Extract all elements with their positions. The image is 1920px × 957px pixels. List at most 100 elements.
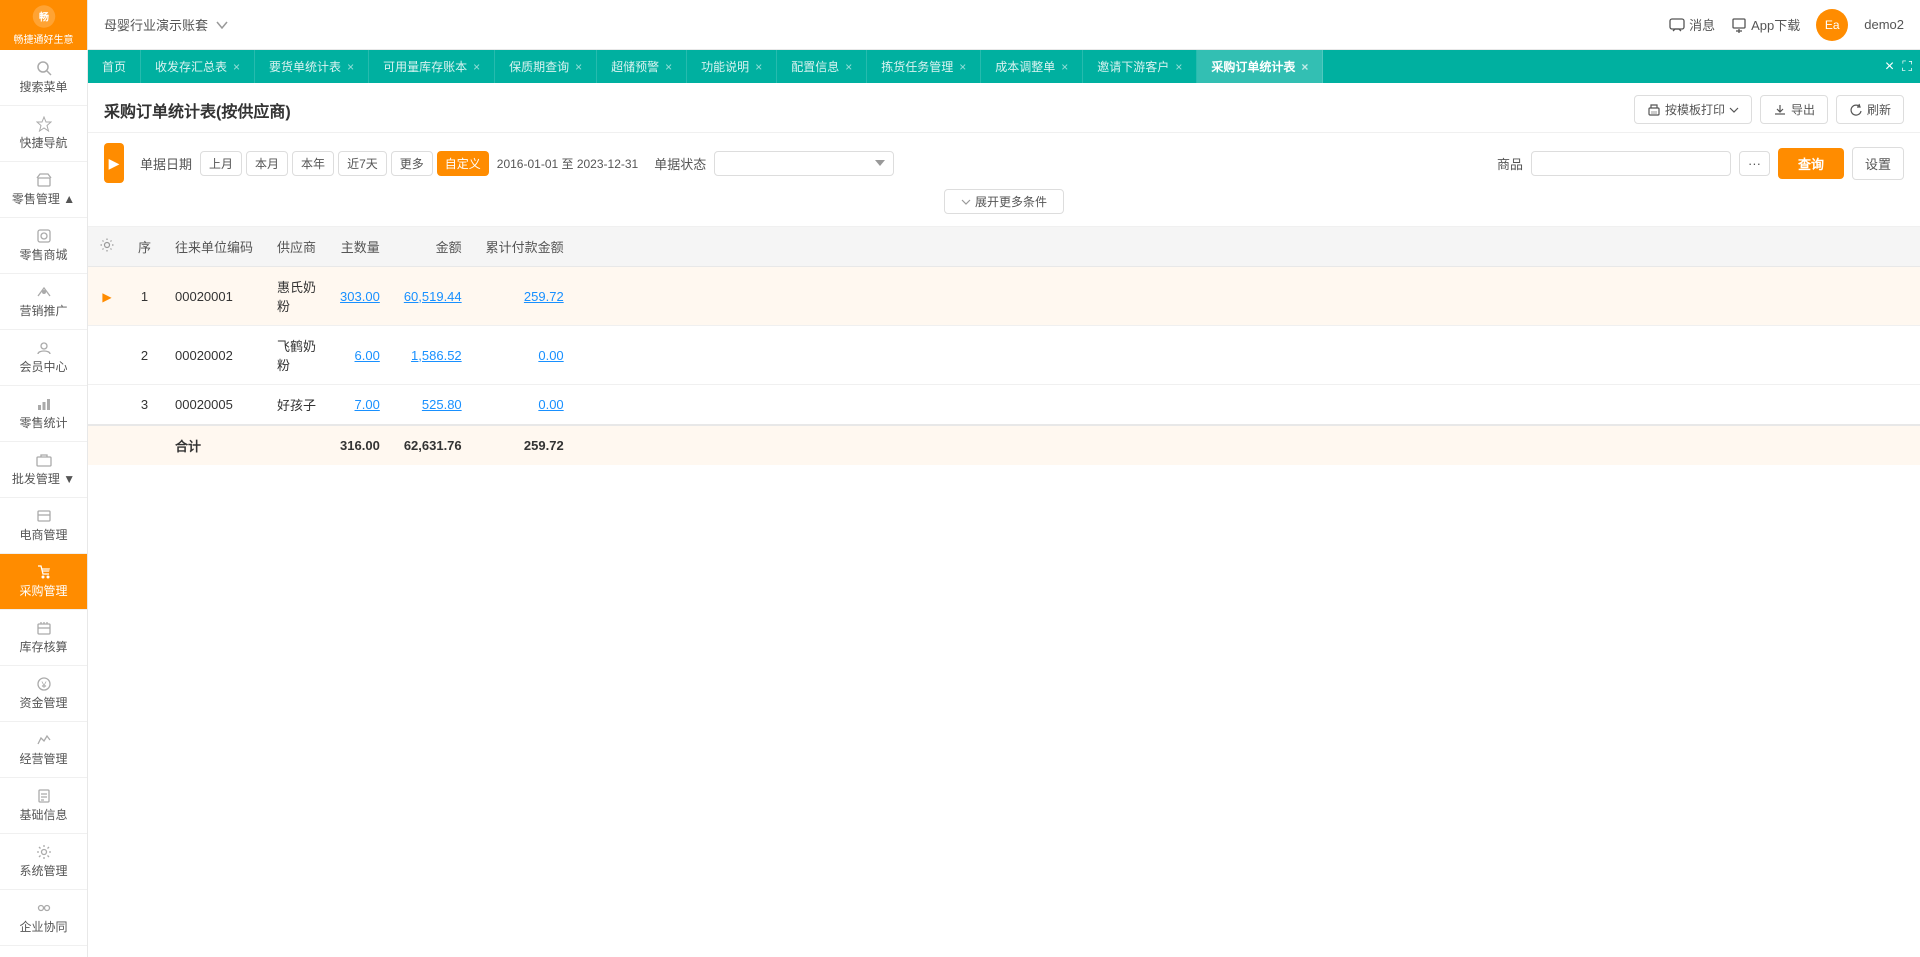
table-gear-icon[interactable]: [100, 238, 114, 252]
refresh-button[interactable]: 刷新: [1836, 95, 1904, 124]
page-content: 采购订单统计表(按供应商) 按模板打印 导出 刷新 ▶: [88, 83, 1920, 957]
tab-validity-query-label: 保质期查询: [509, 58, 569, 75]
tf-empty: [88, 425, 163, 465]
expand-more-button[interactable]: 展开更多条件: [944, 189, 1064, 214]
date-btn-this-month[interactable]: 本月: [246, 151, 288, 176]
sidebar-item-quick-nav[interactable]: 快捷导航: [0, 106, 87, 162]
sidebar-item-enterprise[interactable]: 企业协同: [0, 890, 87, 946]
page-title-bar: 采购订单统计表(按供应商) 按模板打印 导出 刷新: [88, 83, 1920, 133]
tab-goods-stats-close[interactable]: ×: [347, 60, 354, 74]
tab-invite-downstream[interactable]: 邀请下游客户 ×: [1083, 50, 1197, 83]
sidebar-item-purchase[interactable]: 采购管理: [0, 554, 87, 610]
tab-config-info-close[interactable]: ×: [845, 60, 852, 74]
sidebar-item-sys-admin[interactable]: 系统管理: [0, 834, 87, 890]
td-amount-3[interactable]: 525.80: [392, 385, 474, 426]
sidebar-item-wholesale[interactable]: 批发管理 ▼: [0, 442, 87, 498]
td-seq-3: 3: [126, 385, 163, 426]
tab-picking-tasks[interactable]: 拣货任务管理 ×: [867, 50, 981, 83]
tab-receive-summary-close[interactable]: ×: [233, 60, 240, 74]
settings-button[interactable]: 设置: [1852, 147, 1904, 180]
sidebar-item-new-guide[interactable]: ? 新手引导: [0, 946, 87, 957]
tab-receive-summary[interactable]: 收发存汇总表 ×: [141, 50, 255, 83]
td-expand-3[interactable]: [88, 385, 126, 426]
inventory-icon: [36, 620, 52, 636]
sidebar: 畅 畅捷通好生意 搜索菜单 快捷导航 零售管理 ▲ 零售商城 营销推广 会员中心…: [0, 0, 88, 957]
tab-purchase-stats-close[interactable]: ×: [1301, 60, 1308, 74]
tab-purchase-stats[interactable]: 采购订单统计表 ×: [1197, 50, 1323, 83]
filter-toggle-button[interactable]: ▶: [104, 143, 124, 183]
export-button[interactable]: 导出: [1760, 95, 1828, 124]
sidebar-item-ecommerce[interactable]: 电商管理: [0, 498, 87, 554]
date-range-display: 2016-01-01 至 2023-12-31: [497, 155, 638, 172]
app-download-btn[interactable]: App下载: [1731, 15, 1800, 34]
status-select[interactable]: [714, 151, 894, 176]
avatar[interactable]: Ea: [1816, 9, 1848, 41]
sidebar-item-inventory[interactable]: 库存核算: [0, 610, 87, 666]
th-supplier: 供应商: [265, 227, 328, 267]
tab-validity-query[interactable]: 保质期查询 ×: [495, 50, 597, 83]
tab-inventory-ledger-close[interactable]: ×: [473, 60, 480, 74]
tab-home-label: 首页: [102, 58, 126, 75]
tab-inventory-ledger[interactable]: 可用量库存账本 ×: [369, 50, 495, 83]
tab-function-desc[interactable]: 功能说明 ×: [687, 50, 777, 83]
sidebar-item-inventory-label: 库存核算: [19, 638, 67, 655]
td-quantity-2[interactable]: 6.00: [328, 326, 392, 385]
sidebar-item-retail-mall[interactable]: 零售商城: [0, 218, 87, 274]
mall-icon: [36, 228, 52, 244]
td-quantity-1[interactable]: 303.00: [328, 267, 392, 326]
tab-overstock-alert[interactable]: 超储预警 ×: [597, 50, 687, 83]
workspace-selector[interactable]: 母婴行业演示账套: [104, 15, 228, 34]
td-paid-amount-2[interactable]: 0.00: [474, 326, 576, 385]
row-expand-icon-1[interactable]: ▶: [102, 290, 111, 304]
tab-invite-downstream-close[interactable]: ×: [1175, 60, 1182, 74]
td-expand-2[interactable]: [88, 326, 126, 385]
date-btn-last-month[interactable]: 上月: [200, 151, 242, 176]
tab-home[interactable]: 首页: [88, 50, 141, 83]
app-download-label: App下载: [1751, 15, 1800, 34]
td-quantity-3[interactable]: 7.00: [328, 385, 392, 426]
td-paid-amount-1[interactable]: 259.72: [474, 267, 576, 326]
sidebar-item-members[interactable]: 会员中心: [0, 330, 87, 386]
td-expand-1[interactable]: ▶: [88, 267, 126, 326]
tab-picking-tasks-close[interactable]: ×: [959, 60, 966, 74]
date-custom-button[interactable]: 自定义: [437, 151, 489, 176]
td-paid-amount-3[interactable]: 0.00: [474, 385, 576, 426]
tab-overstock-alert-close[interactable]: ×: [665, 60, 672, 74]
goods-filter-label: 商品: [1497, 154, 1523, 173]
tab-goods-stats[interactable]: 要货单统计表 ×: [255, 50, 369, 83]
date-btn-7days[interactable]: 近7天: [338, 151, 387, 176]
td-amount-1[interactable]: 60,519.44: [392, 267, 474, 326]
tab-cost-adjust-close[interactable]: ×: [1061, 60, 1068, 74]
sidebar-item-marketing[interactable]: 营销推广: [0, 274, 87, 330]
more-filter-button[interactable]: ···: [1739, 151, 1770, 176]
tab-maximize-icon[interactable]: ⛶: [1902, 58, 1912, 75]
ecommerce-icon: [36, 508, 52, 524]
tab-cost-adjust[interactable]: 成本调整单 ×: [981, 50, 1083, 83]
date-btn-more[interactable]: 更多: [391, 151, 433, 176]
th-extra: [576, 227, 1920, 267]
query-button[interactable]: 查询: [1778, 148, 1844, 179]
sidebar-item-retail-stats[interactable]: 零售统计: [0, 386, 87, 442]
tab-config-info[interactable]: 配置信息 ×: [777, 50, 867, 83]
sidebar-item-retail[interactable]: 零售管理 ▲: [0, 162, 87, 218]
sidebar-item-base-info[interactable]: 基础信息: [0, 778, 87, 834]
sys-admin-icon: [36, 844, 52, 860]
sidebar-item-ops[interactable]: 经营管理: [0, 722, 87, 778]
tab-invite-downstream-label: 邀请下游客户: [1097, 58, 1169, 75]
goods-input[interactable]: [1531, 151, 1731, 176]
th-settings: [88, 227, 126, 267]
sidebar-item-finance[interactable]: ¥ 资金管理: [0, 666, 87, 722]
sidebar-item-retail-label: 零售管理 ▲: [12, 190, 75, 207]
print-button[interactable]: 按模板打印: [1634, 95, 1752, 124]
tab-close-all-icon[interactable]: ×: [1885, 58, 1894, 76]
td-extra-1: [576, 267, 1920, 326]
tab-function-desc-close[interactable]: ×: [755, 60, 762, 74]
sidebar-item-search[interactable]: 搜索菜单: [0, 50, 87, 106]
td-amount-2[interactable]: 1,586.52: [392, 326, 474, 385]
sidebar-item-base-info-label: 基础信息: [19, 806, 67, 823]
message-btn[interactable]: 消息: [1669, 15, 1715, 34]
date-btn-this-year[interactable]: 本年: [292, 151, 334, 176]
download-icon: [1731, 17, 1747, 33]
tab-validity-query-close[interactable]: ×: [575, 60, 582, 74]
main-area: 母婴行业演示账套 消息 App下载 Ea demo2 首页 收发存汇总表 ×: [88, 0, 1920, 957]
